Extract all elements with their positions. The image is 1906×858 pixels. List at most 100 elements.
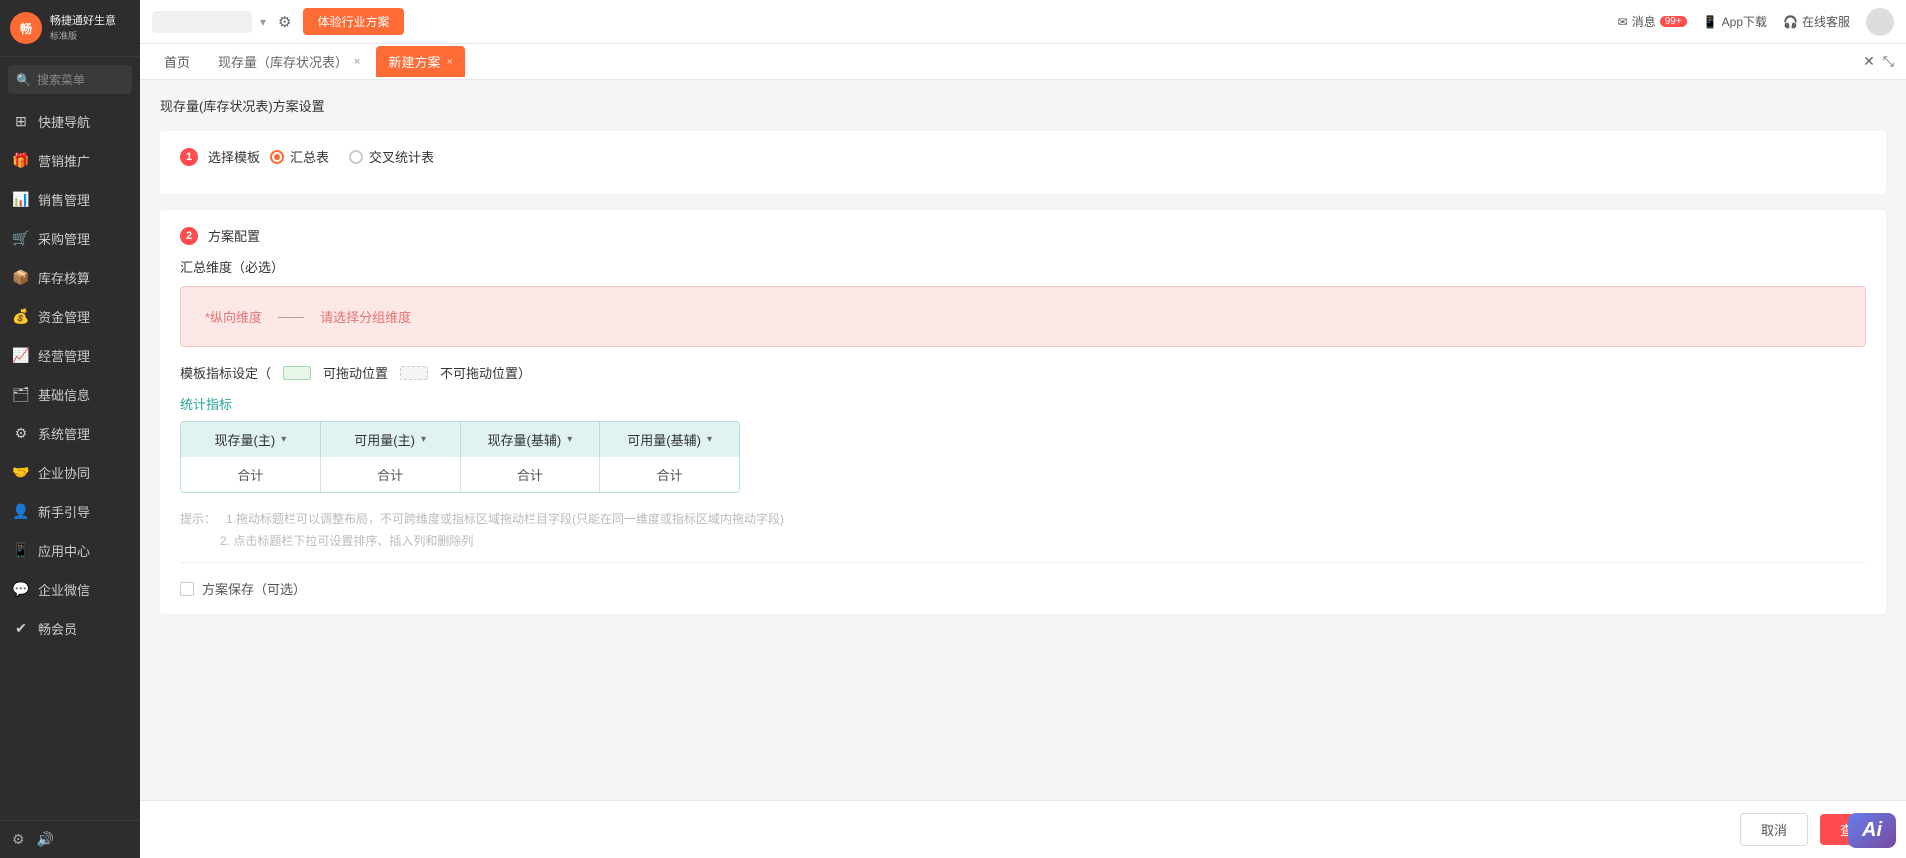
stats-col-2[interactable]: 可用量(主) ▾ xyxy=(321,422,461,457)
online-service-label: 在线客服 xyxy=(1802,13,1850,30)
page-body: 现存量(库存状况表)方案设置 1 选择模板 汇总表 交叉统计表 xyxy=(140,80,1906,800)
radio-cross[interactable]: 交叉统计表 xyxy=(349,147,434,166)
sidebar-item-label: 资金管理 xyxy=(38,307,90,326)
indicator-draggable-label: 可拖动位置 xyxy=(323,363,388,382)
stats-cell-2: 合计 xyxy=(321,457,461,492)
radio-summary-circle xyxy=(270,150,284,164)
sidebar-item-inventory[interactable]: 📦 库存核算 xyxy=(0,258,140,297)
save-checkbox[interactable] xyxy=(180,582,194,596)
sidebar-item-label: 经营管理 xyxy=(38,346,90,365)
tab-new-plan[interactable]: 新建方案 × xyxy=(376,46,464,77)
sidebar-item-newcomer[interactable]: 👤 新手引导 xyxy=(0,492,140,531)
sidebar-item-label: 应用中心 xyxy=(38,541,90,560)
tab-inventory-label: 现存量（库存状况表） xyxy=(218,52,348,71)
messages-button[interactable]: ✉ 消息 99+ xyxy=(1618,13,1687,30)
sidebar-item-quick-nav[interactable]: ⊞ 快捷导航 xyxy=(0,102,140,141)
sidebar-item-sales[interactable]: 📊 销售管理 xyxy=(0,180,140,219)
cancel-button[interactable]: 取消 xyxy=(1740,813,1808,846)
system-icon: ⚙ xyxy=(12,425,30,443)
app-download-icon: 📱 xyxy=(1703,15,1718,29)
purchase-icon: 🛒 xyxy=(12,230,30,248)
sidebar-item-cooperation[interactable]: 🤝 企业协同 xyxy=(0,453,140,492)
logo-text-block: 畅捷通好生意 标准版 xyxy=(50,14,116,42)
sidebar-item-label: 库存核算 xyxy=(38,268,90,287)
trial-industry-button[interactable]: 体验行业方案 xyxy=(303,8,403,35)
sidebar-item-label: 新手引导 xyxy=(38,502,90,521)
app-center-icon: 📱 xyxy=(12,542,30,560)
indicator-row: 模板指标设定（ 可拖动位置 不可拖动位置） xyxy=(180,363,1866,382)
tab-home-label: 首页 xyxy=(164,52,190,71)
topbar-chevron-icon[interactable]: ▾ xyxy=(260,15,266,29)
step2-header: 2 方案配置 xyxy=(180,226,1866,245)
sidebar-item-weixin[interactable]: 💬 企业微信 xyxy=(0,570,140,609)
tab-bar: 首页 现存量（库存状况表） × 新建方案 × ✕ ⤡ xyxy=(140,44,1906,80)
sound-footer-icon[interactable]: 🔊 xyxy=(37,831,54,848)
sidebar-item-member[interactable]: ✔ 畅会员 xyxy=(0,609,140,648)
sidebar-item-system[interactable]: ⚙ 系统管理 xyxy=(0,414,140,453)
stats-col-3[interactable]: 现存量(基辅) ▾ xyxy=(461,422,601,457)
sidebar: 畅 畅捷通好生意 标准版 🔍 搜索菜单 ⊞ 快捷导航 🎁 营销推广 📊 销售管理… xyxy=(0,0,140,858)
tab-inventory-status[interactable]: 现存量（库存状况表） × xyxy=(206,46,372,77)
sidebar-item-label: 快捷导航 xyxy=(38,112,90,131)
topbar-gear-icon[interactable]: ⚙ xyxy=(278,13,291,31)
sidebar-item-basic-info[interactable]: 🗂 基础信息 xyxy=(0,375,140,414)
ai-badge[interactable]: Ai xyxy=(1848,813,1896,848)
inventory-icon: 📦 xyxy=(12,269,30,287)
tab-home[interactable]: 首页 xyxy=(152,46,202,77)
dimension-dash: —— xyxy=(278,309,304,324)
stats-col-1[interactable]: 现存量(主) ▾ xyxy=(181,422,321,457)
sidebar-item-app-center[interactable]: 📱 应用中心 xyxy=(0,531,140,570)
plan-config: 汇总维度（必选） *纵向维度 —— 请选择分组维度 模板指标设定（ 可拖动位置 … xyxy=(180,257,1866,552)
stats-cell-1: 合计 xyxy=(181,457,321,492)
message-icon: ✉ xyxy=(1618,15,1628,29)
non-draggable-indicator-badge xyxy=(400,366,428,380)
stats-table: 现存量(主) ▾ 可用量(主) ▾ 现存量(基辅) ▾ xyxy=(180,421,740,493)
step1-badge: 1 xyxy=(180,148,198,166)
window-controls: ✕ ⤡ xyxy=(1863,53,1894,70)
stats-col-2-chevron-icon[interactable]: ▾ xyxy=(421,434,426,445)
settings-footer-icon[interactable]: ⚙ xyxy=(12,831,25,848)
stats-col-4-chevron-icon[interactable]: ▾ xyxy=(707,434,712,445)
indicator-non-draggable-label: 不可拖动位置） xyxy=(440,363,531,382)
app-download-button[interactable]: 📱 App下载 xyxy=(1703,13,1767,30)
stats-col-3-chevron-icon[interactable]: ▾ xyxy=(567,434,572,445)
user-avatar[interactable] xyxy=(1866,8,1894,36)
expand-window-icon[interactable]: ⤡ xyxy=(1883,53,1894,70)
step1-section: 1 选择模板 汇总表 交叉统计表 xyxy=(160,131,1886,194)
sidebar-item-purchase[interactable]: 🛒 采购管理 xyxy=(0,219,140,258)
sidebar-item-marketing[interactable]: 🎁 营销推广 xyxy=(0,141,140,180)
topbar-search-input[interactable] xyxy=(152,11,252,33)
step1-header: 1 选择模板 汇总表 交叉统计表 xyxy=(180,147,1866,166)
sidebar-item-finance[interactable]: 💰 资金管理 xyxy=(0,297,140,336)
tab-new-plan-close-icon[interactable]: × xyxy=(446,56,452,68)
sidebar-item-operations[interactable]: 📈 经营管理 xyxy=(0,336,140,375)
sidebar-item-label: 系统管理 xyxy=(38,424,90,443)
dimension-area[interactable]: *纵向维度 —— 请选择分组维度 xyxy=(180,286,1866,347)
search-icon: 🔍 xyxy=(16,73,31,87)
online-service-button[interactable]: 🎧 在线客服 xyxy=(1783,13,1850,30)
tab-inventory-close-icon[interactable]: × xyxy=(354,56,360,68)
stats-col-2-label: 可用量(主) xyxy=(354,430,415,449)
stats-col-1-chevron-icon[interactable]: ▾ xyxy=(281,434,286,445)
app-download-label: App下载 xyxy=(1722,13,1767,30)
sidebar-search[interactable]: 🔍 搜索菜单 xyxy=(8,65,132,94)
stats-col-3-label: 现存量(基辅) xyxy=(488,430,562,449)
main-content: ▾ ⚙ 体验行业方案 ✉ 消息 99+ 📱 App下载 🎧 在线客服 首页 xyxy=(140,0,1906,858)
stats-col-1-label: 现存量(主) xyxy=(215,430,276,449)
stats-cell-4: 合计 xyxy=(600,457,739,492)
sidebar-footer: ⚙ 🔊 xyxy=(0,820,140,858)
save-option-label: 方案保存（可选） xyxy=(202,579,306,598)
stats-col-4-label: 可用量(基辅) xyxy=(627,430,701,449)
page-title: 现存量(库存状况表)方案设置 xyxy=(160,96,1886,115)
sidebar-nav: ⊞ 快捷导航 🎁 营销推广 📊 销售管理 🛒 采购管理 📦 库存核算 💰 资金管… xyxy=(0,102,140,820)
radio-summary[interactable]: 汇总表 xyxy=(270,147,329,166)
sidebar-item-label: 销售管理 xyxy=(38,190,90,209)
radio-summary-label: 汇总表 xyxy=(290,147,329,166)
newcomer-icon: 👤 xyxy=(12,503,30,521)
stats-col-4[interactable]: 可用量(基辅) ▾ xyxy=(600,422,739,457)
topbar: ▾ ⚙ 体验行业方案 ✉ 消息 99+ 📱 App下载 🎧 在线客服 xyxy=(140,0,1906,44)
close-window-icon[interactable]: ✕ xyxy=(1863,53,1875,70)
sidebar-item-label: 基础信息 xyxy=(38,385,90,404)
stats-table-header: 现存量(主) ▾ 可用量(主) ▾ 现存量(基辅) ▾ xyxy=(181,422,739,457)
marketing-icon: 🎁 xyxy=(12,152,30,170)
